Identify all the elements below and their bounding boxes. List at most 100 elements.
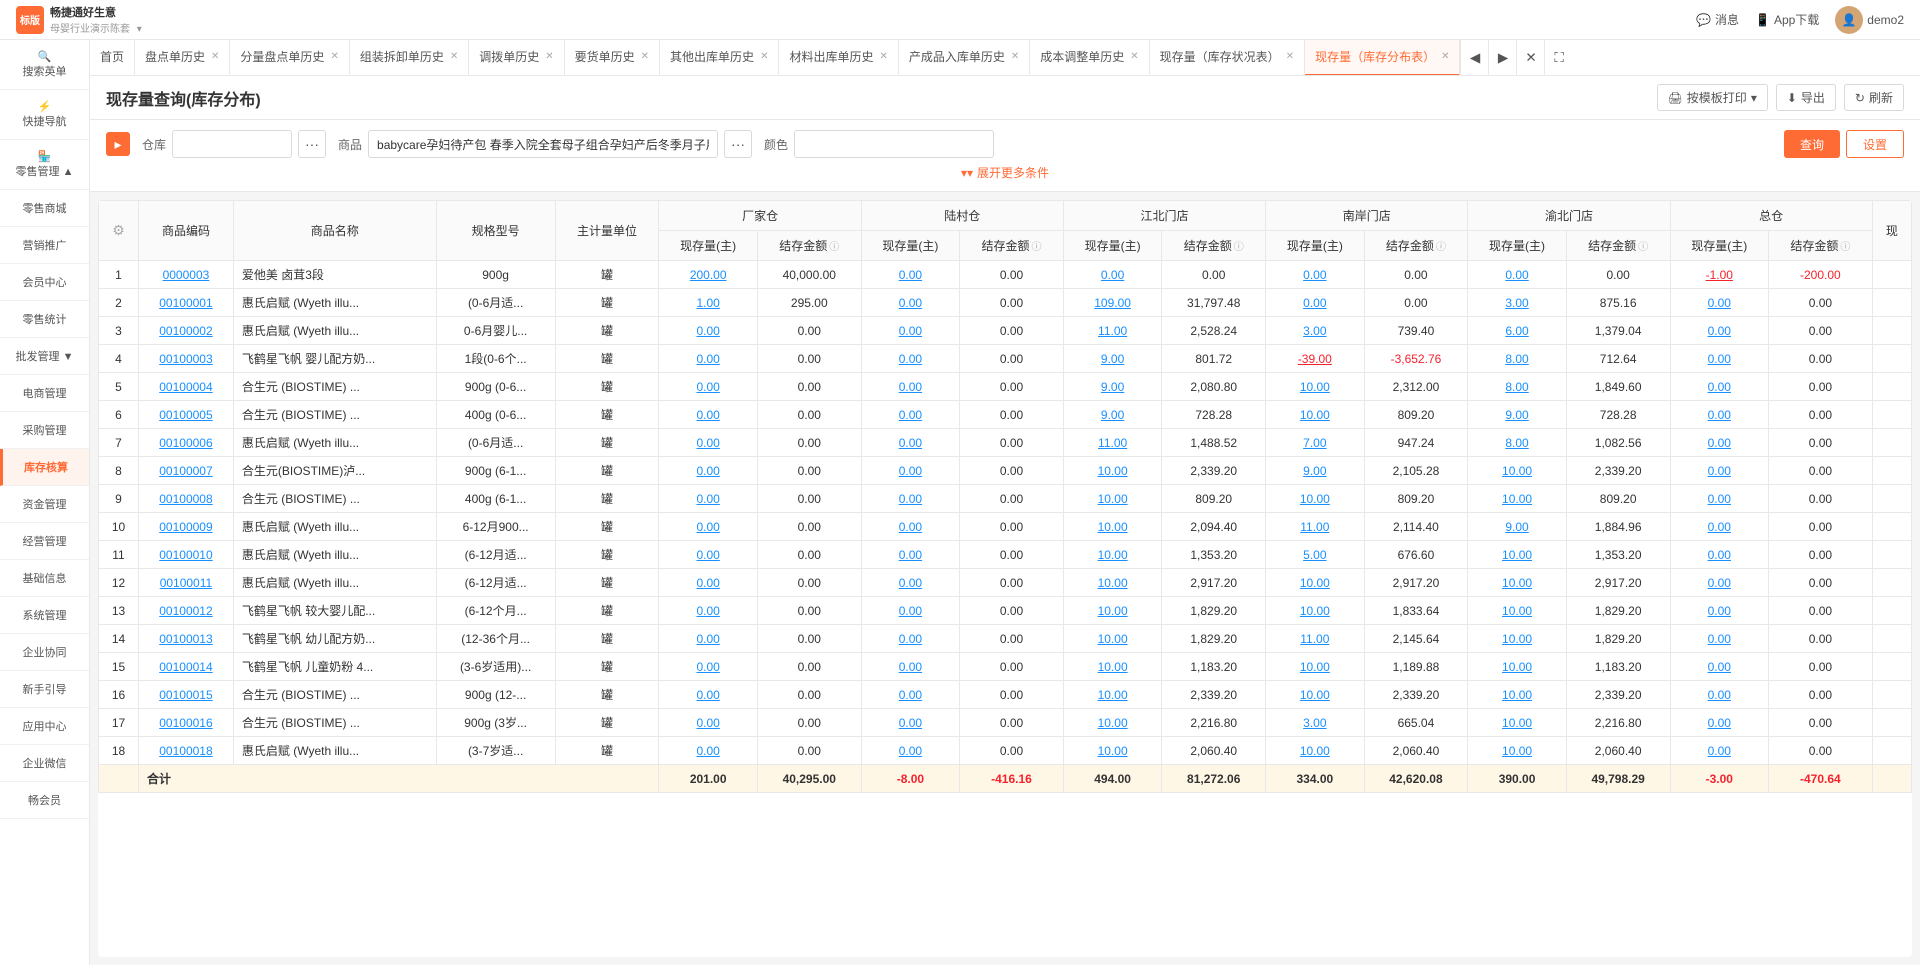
tab-cost-adjust[interactable]: 成本调整单历史 ✕ xyxy=(1030,40,1149,76)
row-c5-qty[interactable]: 8.00 xyxy=(1468,429,1566,457)
row-c1-qty[interactable]: 0.00 xyxy=(659,345,757,373)
row-c4-qty[interactable]: 7.00 xyxy=(1266,429,1364,457)
sidebar-item-member[interactable]: 会员中心 xyxy=(0,264,89,301)
tab-finished-inbound[interactable]: 产成品入库单历史 ✕ xyxy=(899,40,1030,76)
row-c2-qty[interactable]: 0.00 xyxy=(861,289,959,317)
row-c1-qty[interactable]: 0.00 xyxy=(659,457,757,485)
row-c3-qty[interactable]: 10.00 xyxy=(1063,541,1161,569)
sidebar-item-newbie[interactable]: 新手引导 xyxy=(0,671,89,708)
tab-requisition[interactable]: 要货单历史 ✕ xyxy=(565,40,660,76)
tab-transfer[interactable]: 调拨单历史 ✕ xyxy=(469,40,564,76)
row-c4-qty[interactable]: 10.00 xyxy=(1266,653,1364,681)
close-icon[interactable]: ✕ xyxy=(1286,51,1294,62)
row-total-qty[interactable]: 0.00 xyxy=(1670,317,1768,345)
row-total-qty[interactable]: 0.00 xyxy=(1670,681,1768,709)
row-c2-qty[interactable]: 0.00 xyxy=(861,737,959,765)
row-c5-qty[interactable]: 3.00 xyxy=(1468,289,1566,317)
settings-search-btn[interactable]: 设置 xyxy=(1846,130,1904,158)
row-c4-qty[interactable]: 0.00 xyxy=(1266,289,1364,317)
row-code[interactable]: 00100015 xyxy=(139,681,234,709)
row-code[interactable]: 00100005 xyxy=(139,401,234,429)
row-c3-qty[interactable]: 10.00 xyxy=(1063,681,1161,709)
row-c3-qty[interactable]: 10.00 xyxy=(1063,709,1161,737)
row-code[interactable]: 00100013 xyxy=(139,625,234,653)
row-total-qty[interactable]: 0.00 xyxy=(1670,625,1768,653)
row-c3-qty[interactable]: 11.00 xyxy=(1063,429,1161,457)
color-input[interactable] xyxy=(794,130,994,158)
row-c2-qty[interactable]: 0.00 xyxy=(861,569,959,597)
row-c2-qty[interactable]: 0.00 xyxy=(861,457,959,485)
row-c2-qty[interactable]: 0.00 xyxy=(861,373,959,401)
row-c1-qty[interactable]: 0.00 xyxy=(659,541,757,569)
row-c3-qty[interactable]: 10.00 xyxy=(1063,569,1161,597)
tab-other-outbound[interactable]: 其他出库单历史 ✕ xyxy=(660,40,779,76)
row-c3-qty[interactable]: 0.00 xyxy=(1063,261,1161,289)
row-c2-qty[interactable]: 0.00 xyxy=(861,429,959,457)
sidebar-item-quicknav[interactable]: ⚡ 快捷导航 xyxy=(0,90,89,140)
row-c4-qty[interactable]: 0.00 xyxy=(1266,261,1364,289)
row-c3-qty[interactable]: 9.00 xyxy=(1063,373,1161,401)
sidebar-item-system[interactable]: 系统管理 xyxy=(0,597,89,634)
row-c4-qty[interactable]: 3.00 xyxy=(1266,317,1364,345)
row-c2-qty[interactable]: 0.00 xyxy=(861,513,959,541)
sidebar-item-app-center[interactable]: 应用中心 xyxy=(0,708,89,745)
row-c4-qty[interactable]: 11.00 xyxy=(1266,625,1364,653)
app-download-btn[interactable]: 📱 App下载 xyxy=(1755,11,1819,28)
row-c2-qty[interactable]: 0.00 xyxy=(861,541,959,569)
row-code[interactable]: 00100009 xyxy=(139,513,234,541)
row-code[interactable]: 0000003 xyxy=(139,261,234,289)
row-c5-qty[interactable]: 10.00 xyxy=(1468,625,1566,653)
row-c1-qty[interactable]: 0.00 xyxy=(659,429,757,457)
tab-stocktake-history[interactable]: 盘点单历史 ✕ xyxy=(135,40,230,76)
row-c5-qty[interactable]: 10.00 xyxy=(1468,653,1566,681)
sidebar-item-finance[interactable]: 资金管理 xyxy=(0,486,89,523)
row-code[interactable]: 00100004 xyxy=(139,373,234,401)
row-code[interactable]: 00100007 xyxy=(139,457,234,485)
row-total-qty[interactable]: 0.00 xyxy=(1670,597,1768,625)
row-total-qty[interactable]: 0.00 xyxy=(1670,345,1768,373)
tab-inventory-status[interactable]: 现存量（库存状况表） ✕ xyxy=(1150,40,1305,76)
row-c1-qty[interactable]: 1.00 xyxy=(659,289,757,317)
row-c1-qty[interactable]: 0.00 xyxy=(659,681,757,709)
row-c5-qty[interactable]: 10.00 xyxy=(1468,457,1566,485)
row-c3-qty[interactable]: 9.00 xyxy=(1063,401,1161,429)
row-c1-qty[interactable]: 0.00 xyxy=(659,653,757,681)
row-c2-qty[interactable]: 0.00 xyxy=(861,653,959,681)
row-code[interactable]: 00100002 xyxy=(139,317,234,345)
row-c2-qty[interactable]: 0.00 xyxy=(861,345,959,373)
logo-area[interactable]: 标版 畅捷通好生意 母婴行业演示陈套 ▾ xyxy=(16,4,142,35)
row-c5-qty[interactable]: 6.00 xyxy=(1468,317,1566,345)
row-c2-qty[interactable]: 0.00 xyxy=(861,485,959,513)
row-code[interactable]: 00100012 xyxy=(139,597,234,625)
row-c4-qty[interactable]: 9.00 xyxy=(1266,457,1364,485)
row-c1-qty[interactable]: 0.00 xyxy=(659,513,757,541)
nav-prev-btn[interactable]: ◀ xyxy=(1460,40,1488,76)
sidebar-item-member-plus[interactable]: 畅会员 xyxy=(0,782,89,819)
close-icon[interactable]: ✕ xyxy=(641,51,649,62)
refresh-btn[interactable]: ↻ 刷新 xyxy=(1844,84,1904,111)
sidebar-item-cooperation[interactable]: 企业协同 xyxy=(0,634,89,671)
row-code[interactable]: 00100016 xyxy=(139,709,234,737)
row-total-qty[interactable]: 0.00 xyxy=(1670,485,1768,513)
row-c3-qty[interactable]: 11.00 xyxy=(1063,317,1161,345)
row-c4-qty[interactable]: 11.00 xyxy=(1266,513,1364,541)
sidebar-item-operations[interactable]: 经营管理 xyxy=(0,523,89,560)
row-c1-qty[interactable]: 0.00 xyxy=(659,485,757,513)
message-btn[interactable]: 💬 消息 xyxy=(1696,11,1739,28)
row-c1-qty[interactable]: 0.00 xyxy=(659,737,757,765)
row-c4-qty[interactable]: 10.00 xyxy=(1266,681,1364,709)
row-total-qty[interactable]: 0.00 xyxy=(1670,513,1768,541)
row-c1-qty[interactable]: 200.00 xyxy=(659,261,757,289)
row-code[interactable]: 00100010 xyxy=(139,541,234,569)
row-code[interactable]: 00100001 xyxy=(139,289,234,317)
goods-more-btn[interactable]: ··· xyxy=(724,130,752,158)
row-total-qty[interactable]: 0.00 xyxy=(1670,569,1768,597)
sidebar-item-basic-info[interactable]: 基础信息 xyxy=(0,560,89,597)
sidebar-item-retail-mall[interactable]: 零售商城 xyxy=(0,190,89,227)
row-code[interactable]: 00100008 xyxy=(139,485,234,513)
export-btn[interactable]: ⬇ 导出 xyxy=(1776,84,1836,111)
row-c2-qty[interactable]: 0.00 xyxy=(861,625,959,653)
row-c1-qty[interactable]: 0.00 xyxy=(659,373,757,401)
nav-close-all-btn[interactable]: ✕ xyxy=(1516,40,1544,76)
row-c5-qty[interactable]: 10.00 xyxy=(1468,709,1566,737)
